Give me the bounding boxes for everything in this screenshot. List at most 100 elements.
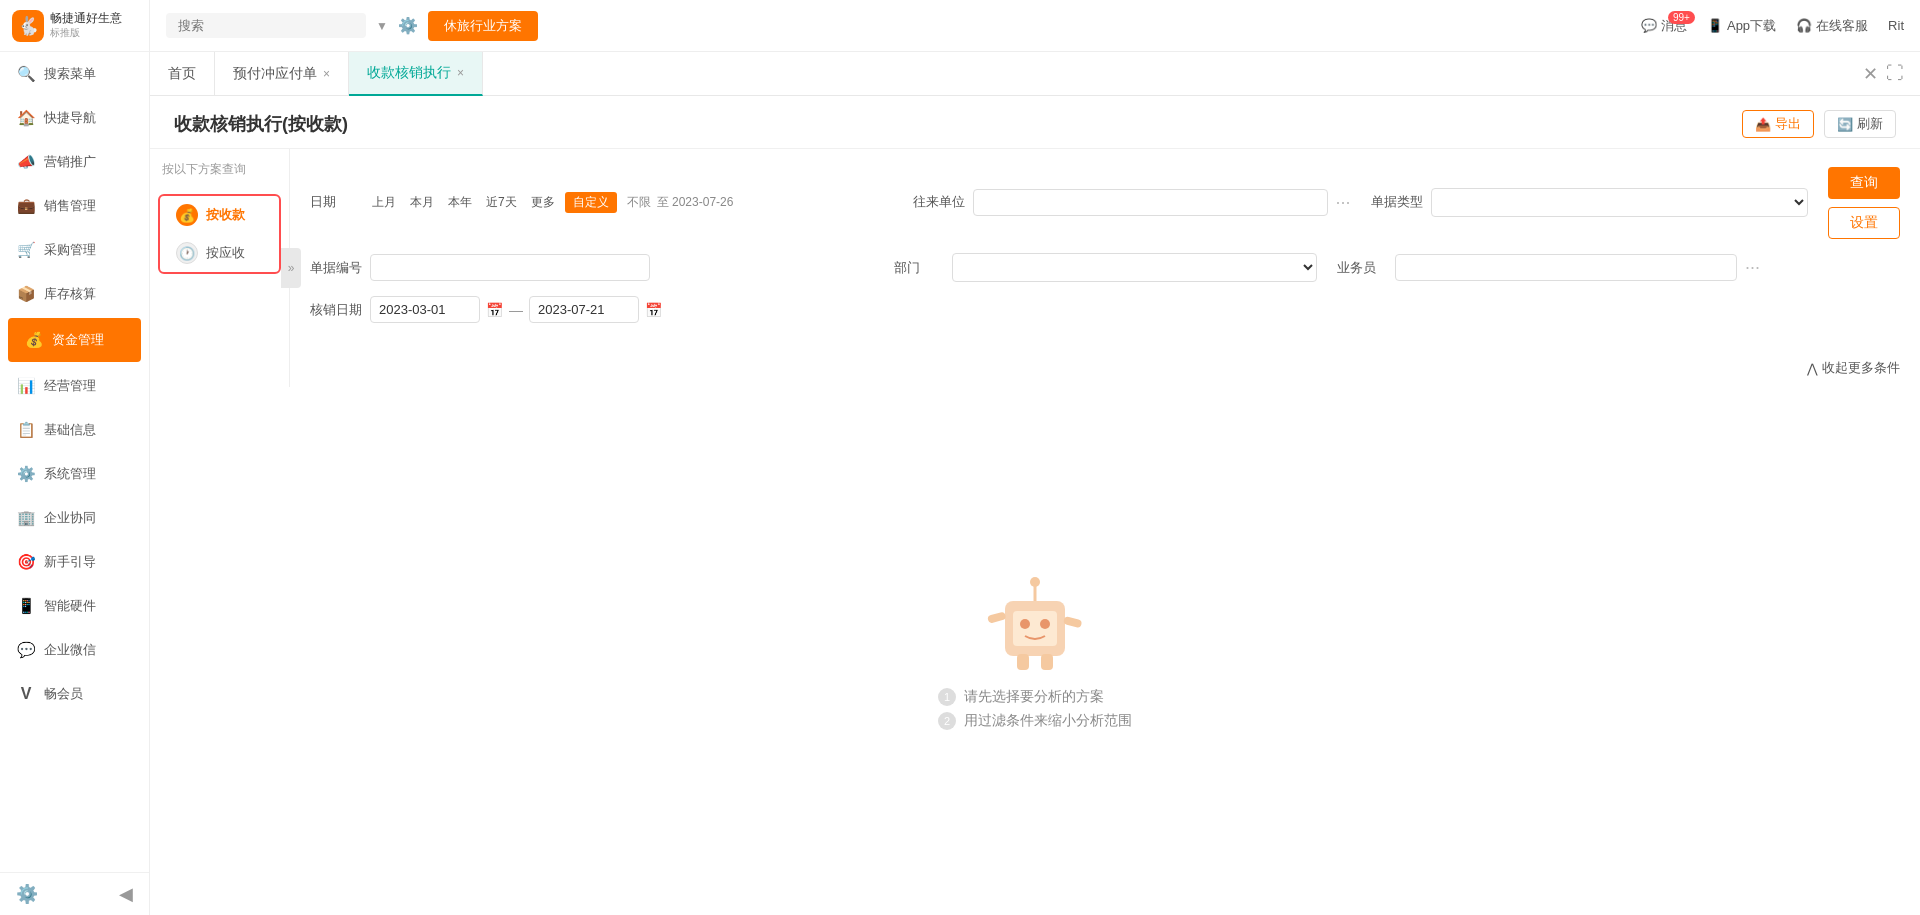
export-button[interactable]: 📤 导出 (1742, 110, 1814, 138)
svg-rect-8 (1017, 654, 1029, 670)
verify-date-start-calendar-icon[interactable]: 📅 (486, 302, 503, 318)
filter-sidebar-title: 按以下方案查询 (150, 161, 289, 186)
message-button[interactable]: 💬 消息 99+ (1641, 17, 1687, 35)
date-label: 日期 (310, 193, 360, 211)
collapse-more-btn[interactable]: ⋀ 收起更多条件 (290, 353, 1920, 387)
app-name: 畅捷通好生意 (50, 11, 122, 27)
sidebar: 🐇 畅捷通好生意 标推版 🔍 搜索菜单 🏠 快捷导航 📣 营销推广 💼 销售管理… (0, 0, 150, 915)
collapse-sidebar-icon[interactable]: ◀ (119, 883, 133, 905)
sidebar-item-quick-nav[interactable]: 🏠 快捷导航 (0, 96, 149, 140)
online-service-label: 在线客服 (1816, 17, 1868, 35)
settings-gear-icon[interactable]: ⚙️ (398, 16, 418, 35)
setting-button[interactable]: 设置 (1828, 207, 1900, 239)
filter-option-by-receipt[interactable]: 💰 按收款 (160, 196, 279, 234)
empty-tip-2: 用过滤条件来缩小分析范围 (964, 712, 1132, 730)
date-more[interactable]: 更多 (527, 192, 559, 213)
tab-receipt-verify-close-icon[interactable]: × (457, 66, 464, 80)
date-custom[interactable]: 自定义 (565, 192, 617, 213)
sidebar-item-label: 企业协同 (44, 509, 96, 527)
verify-date-separator: — (509, 302, 523, 318)
message-badge: 99+ (1668, 11, 1695, 24)
sidebar-item-enterprise[interactable]: 🏢 企业协同 (0, 496, 149, 540)
sidebar-item-business[interactable]: 📊 经营管理 (0, 364, 149, 408)
svg-point-5 (1030, 577, 1040, 587)
app-download-button[interactable]: 📱 App下载 (1707, 17, 1776, 35)
counterparty-input[interactable] (973, 189, 1327, 216)
sidebar-item-finance[interactable]: 💰 资金管理 (8, 318, 141, 362)
expand-tab-icon[interactable]: ⛶ (1886, 63, 1904, 84)
date-7-days[interactable]: 近7天 (482, 192, 521, 213)
search-chevron-icon: ▼ (376, 19, 388, 33)
query-button[interactable]: 查询 (1828, 167, 1900, 199)
verify-date-end-input[interactable] (529, 296, 639, 323)
sidebar-item-smart-hardware[interactable]: 📱 智能硬件 (0, 584, 149, 628)
sidebar-item-inventory[interactable]: 📦 库存核算 (0, 272, 149, 316)
receipt-option-label: 按收款 (206, 206, 245, 224)
receipt-option-icon: 💰 (176, 204, 198, 226)
date-shortcuts: 上月 本月 本年 近7天 更多 自定义 不限 至 2023-07-26 (368, 192, 733, 213)
tab-prepay-close-icon[interactable]: × (323, 67, 330, 81)
salesperson-input[interactable] (1395, 254, 1737, 281)
topbar-right: 💬 消息 99+ 📱 App下载 🎧 在线客服 Rit (1641, 17, 1904, 35)
tab-home[interactable]: 首页 (150, 52, 215, 96)
sidebar-item-label: 企业微信 (44, 641, 96, 659)
search-input[interactable] (166, 13, 366, 38)
date-last-month[interactable]: 上月 (368, 192, 400, 213)
salesperson-more-icon[interactable]: ··· (1745, 257, 1760, 278)
filter-field-doc-no: 单据编号 (310, 254, 874, 281)
filter-option-by-receivable[interactable]: 🕐 按应收 (160, 234, 279, 272)
verify-date-label: 核销日期 (310, 301, 362, 319)
counterparty-label: 往来单位 (913, 193, 965, 211)
sidebar-item-guide[interactable]: 🎯 新手引导 (0, 540, 149, 584)
finance-icon: 💰 (24, 330, 44, 350)
filter-option-box: 💰 按收款 🕐 按应收 (158, 194, 281, 274)
doc-type-select[interactable] (1431, 188, 1808, 217)
svg-rect-1 (1013, 611, 1057, 646)
wechat-icon: 💬 (16, 640, 36, 660)
app-version: 标推版 (50, 26, 122, 40)
sidebar-bottom: ⚙️ ◀ (0, 872, 149, 915)
page-actions: 📤 导出 🔄 刷新 (1742, 110, 1896, 138)
filter-sidebar-collapse-btn[interactable]: » (281, 248, 301, 288)
empty-step-2-num: 2 (938, 712, 956, 730)
sidebar-item-marketing[interactable]: 📣 营销推广 (0, 140, 149, 184)
dept-select[interactable] (952, 253, 1317, 282)
logo-icon: 🐇 (12, 10, 44, 42)
verify-date-range: 📅 — 📅 (370, 296, 662, 323)
collapse-more-icon: ⋀ (1807, 361, 1818, 376)
sidebar-item-basic-info[interactable]: 📋 基础信息 (0, 408, 149, 452)
sidebar-item-sales[interactable]: 💼 销售管理 (0, 184, 149, 228)
user-name[interactable]: Rit (1888, 18, 1904, 33)
app-icon: 📱 (1707, 18, 1723, 33)
verify-date-start-input[interactable] (370, 296, 480, 323)
sidebar-item-purchase[interactable]: 🛒 采购管理 (0, 228, 149, 272)
export-icon: 📤 (1755, 117, 1771, 132)
solution-button[interactable]: 休旅行业方案 (428, 11, 538, 41)
doc-no-input[interactable] (370, 254, 650, 281)
sidebar-item-label: 系统管理 (44, 465, 96, 483)
sidebar-item-wechat[interactable]: 💬 企业微信 (0, 628, 149, 672)
sidebar-item-member[interactable]: V 畅会员 (0, 672, 149, 716)
enterprise-icon: 🏢 (16, 508, 36, 528)
receivable-option-label: 按应收 (206, 244, 245, 262)
sidebar-item-system[interactable]: ⚙️ 系统管理 (0, 452, 149, 496)
counterparty-more-icon[interactable]: ··· (1336, 192, 1351, 213)
sidebar-item-label: 库存核算 (44, 285, 96, 303)
sidebar-item-search[interactable]: 🔍 搜索菜单 (0, 52, 149, 96)
filter-field-counterparty: 往来单位 ··· (913, 189, 1350, 216)
tab-prepay[interactable]: 预付冲应付单 × (215, 52, 349, 96)
refresh-button[interactable]: 🔄 刷新 (1824, 110, 1896, 138)
verify-date-end-calendar-icon[interactable]: 📅 (645, 302, 662, 318)
date-this-year[interactable]: 本年 (444, 192, 476, 213)
tab-receipt-verify[interactable]: 收款核销执行 × (349, 52, 483, 96)
date-this-month[interactable]: 本月 (406, 192, 438, 213)
filter-field-verify-date: 核销日期 📅 — 📅 (310, 296, 874, 323)
online-service-button[interactable]: 🎧 在线客服 (1796, 17, 1868, 35)
sidebar-item-label: 智能硬件 (44, 597, 96, 615)
tab-prepay-label: 预付冲应付单 (233, 65, 317, 83)
doc-no-label: 单据编号 (310, 259, 362, 277)
close-tab-icon[interactable]: ✕ (1863, 63, 1878, 85)
svg-point-2 (1020, 619, 1030, 629)
filter-row-2: 单据编号 部门 业务员 ··· (310, 253, 1900, 282)
settings-icon[interactable]: ⚙️ (16, 883, 38, 905)
